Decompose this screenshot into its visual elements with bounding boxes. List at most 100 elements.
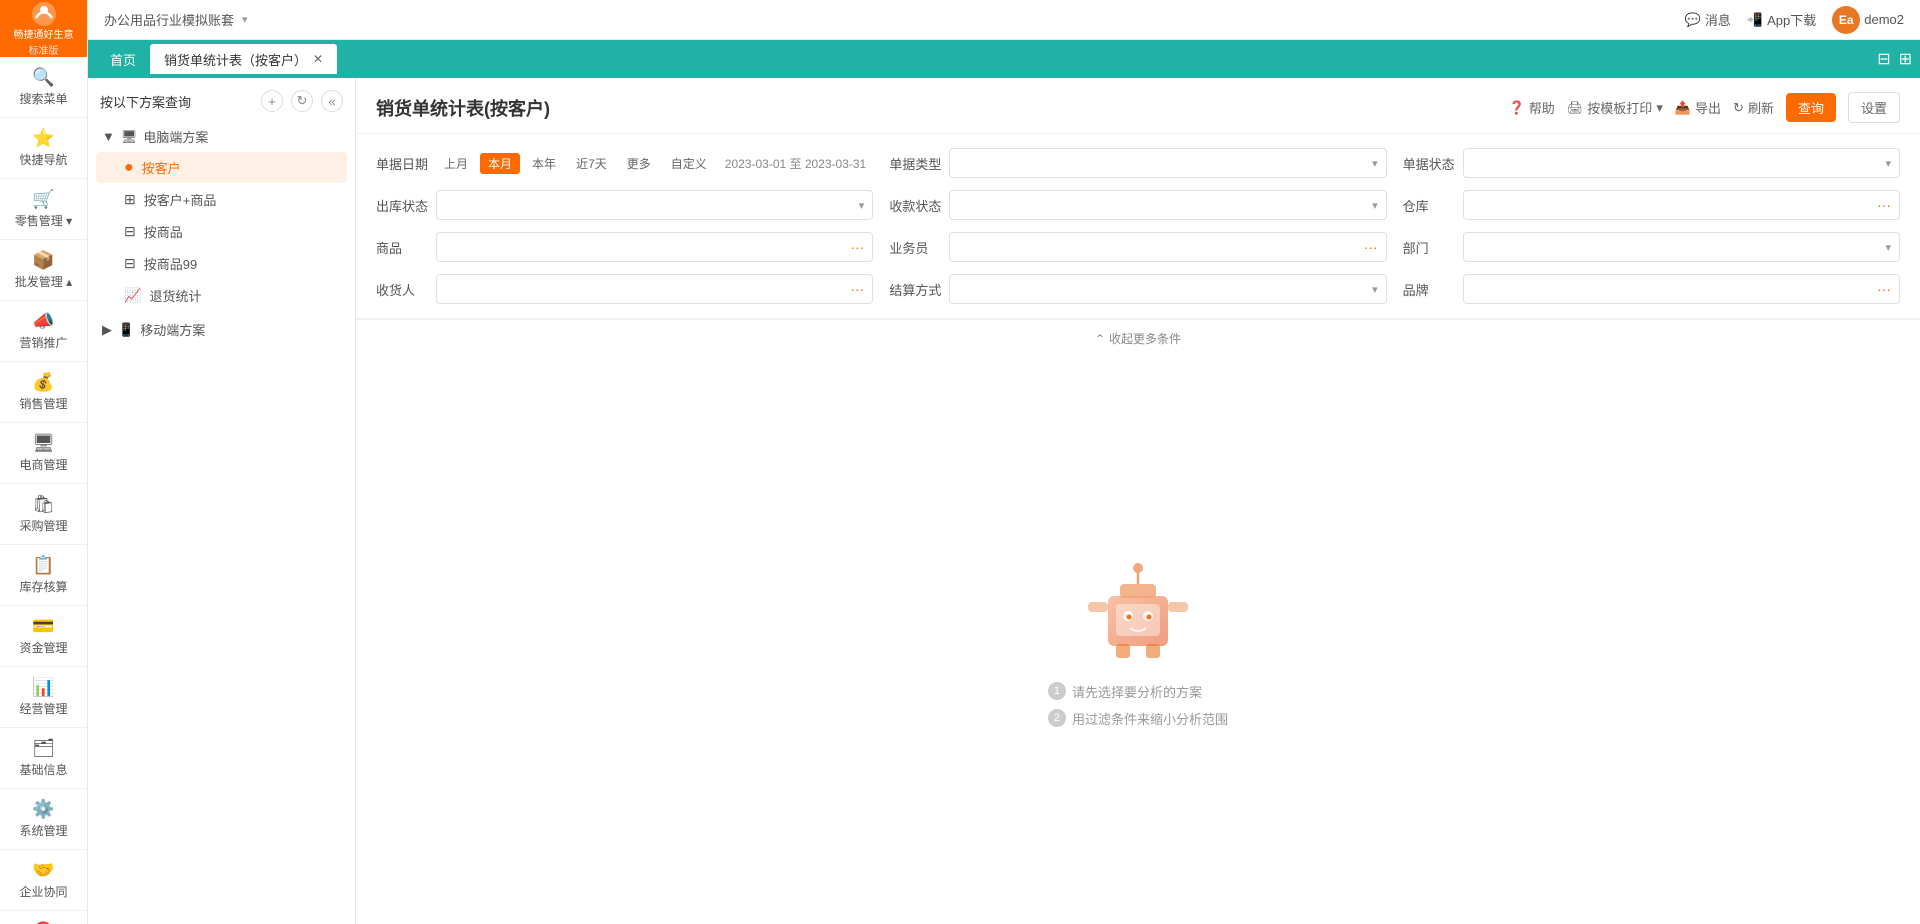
query-button[interactable]: 查询 <box>1786 93 1836 122</box>
filter-area: 单据日期 上月 本月 本年 近7天 更多 自定义 2023-03-01 至 20… <box>356 134 1920 319</box>
hint-text-1: 请先选择要分析的方案 <box>1072 682 1202 701</box>
dropdown-chevron[interactable]: ▾ <box>242 13 248 26</box>
filter-group-salesperson: 业务员 <box>889 232 1386 262</box>
tree-group-mobile-label[interactable]: ▶ 📱 移动端方案 <box>96 315 347 344</box>
order-type-label: 单据类型 <box>889 154 941 173</box>
filter-row-3: 商品 业务员 部门 <box>376 232 1900 262</box>
out-status-control[interactable] <box>436 190 873 220</box>
filter-group-receiver: 收货人 <box>376 274 873 304</box>
tree-item-by-product[interactable]: ⊟ 按商品 <box>96 216 347 247</box>
sidebar-ecommerce[interactable]: 🖥 电商管理 <box>0 423 87 484</box>
add-scheme-btn[interactable]: + <box>261 90 283 112</box>
sidebar-wholesale[interactable]: 📦 批发管理 ▴ <box>0 240 87 301</box>
panel-title: 按以下方案查询 <box>100 92 191 111</box>
order-status-control[interactable] <box>1463 148 1900 178</box>
receiver-label: 收货人 <box>376 280 428 299</box>
retail-icon: 🛒 <box>4 189 83 210</box>
date-tab-more[interactable]: 更多 <box>619 153 659 174</box>
user-item[interactable]: Ea demo2 <box>1832 6 1904 34</box>
app-logo: 畅捷通好生意 标准版 <box>0 0 88 57</box>
tree-item-by-product-99[interactable]: ⊟ 按商品99 <box>96 248 347 279</box>
sidebar-sales[interactable]: 💰 销售管理 <box>0 362 87 423</box>
tree-section: ▼ 🖥 电脑端方案 ● 按客户 ⊞ 按客户+商品 ⊟ 按商品 <box>88 122 355 344</box>
print-icon: 🖨 <box>1567 100 1584 116</box>
header-left: 办公用品行业模拟账套 ▾ <box>104 10 248 29</box>
date-tab-last-month[interactable]: 上月 <box>436 153 476 174</box>
page-title: 销货单统计表(按客户) <box>376 95 550 121</box>
warehouse-control[interactable] <box>1463 190 1900 220</box>
sidebar-quick-nav[interactable]: ⭐ 快捷导航 <box>0 118 87 179</box>
receipt-status-control[interactable] <box>949 190 1386 220</box>
filter-group-department: 部门 <box>1403 232 1900 262</box>
product-control[interactable] <box>436 232 873 262</box>
filter-group-out-status: 出库状态 <box>376 190 873 220</box>
finance-icon: 💳 <box>4 616 83 637</box>
sidebar-basic[interactable]: 🗂 基础信息 <box>0 728 87 789</box>
collapse-button[interactable]: ⌃ 收起更多条件 <box>1083 326 1193 351</box>
date-tab-this-year[interactable]: 本年 <box>524 153 564 174</box>
tab-minimize-icon[interactable]: ⊟ <box>1877 49 1890 69</box>
refresh-action[interactable]: ↻ 刷新 <box>1733 98 1774 117</box>
sidebar-inventory[interactable]: 📋 库存核算 <box>0 545 87 606</box>
message-item[interactable]: 💬 消息 <box>1685 10 1731 29</box>
sidebar-operations-label: 经营管理 <box>19 702 67 716</box>
tab-sales-stat[interactable]: 销货单统计表（按客户） ✕ <box>150 44 337 74</box>
tab-maximize-icon[interactable]: ⊞ <box>1899 49 1912 69</box>
avatar: Ea <box>1832 6 1860 34</box>
app-version: 标准版 <box>29 42 59 57</box>
customer-icon: ● <box>124 159 134 177</box>
sidebar-enterprise[interactable]: 🤝 企业协同 <box>0 850 87 911</box>
export-action[interactable]: 📤 导出 <box>1675 98 1721 117</box>
group-computer-icon: 🖥 <box>121 129 138 145</box>
collapse-panel-btn[interactable]: « <box>321 90 343 112</box>
sidebar-newbie[interactable]: 🎯 新手引导 <box>0 911 87 924</box>
tab-close-icon[interactable]: ✕ <box>313 52 323 66</box>
sidebar-system[interactable]: ⚙️ 系统管理 <box>0 789 87 850</box>
settings-button[interactable]: 设置 <box>1848 92 1900 123</box>
help-action[interactable]: ❓ 帮助 <box>1509 98 1555 117</box>
page-title-bar: 销货单统计表(按客户) ❓ 帮助 🖨 按模板打印 ▾ 📤 导出 <box>356 78 1920 134</box>
export-icon: 📤 <box>1675 100 1691 116</box>
sidebar-sales-label: 销售管理 <box>19 397 67 411</box>
department-control[interactable] <box>1463 232 1900 262</box>
receiver-control[interactable] <box>436 274 873 304</box>
sidebar-finance[interactable]: 💳 资金管理 <box>0 606 87 667</box>
tree-item-by-customer-product[interactable]: ⊞ 按客户+商品 <box>96 184 347 215</box>
tab-home[interactable]: 首页 <box>96 44 150 74</box>
app-download-item[interactable]: 📲 App下载 <box>1747 10 1816 29</box>
sidebar-purchase[interactable]: 🛍 采购管理 <box>0 484 87 545</box>
group-arrow-icon: ▼ <box>102 129 115 144</box>
sidebar-basic-label: 基础信息 <box>19 763 67 777</box>
right-panel: 销货单统计表(按客户) ❓ 帮助 🖨 按模板打印 ▾ 📤 导出 <box>356 78 1920 924</box>
sidebar-marketing[interactable]: 📣 营销推广 <box>0 301 87 362</box>
salesperson-control[interactable] <box>949 232 1386 262</box>
sidebar-operations[interactable]: 📊 经营管理 <box>0 667 87 728</box>
print-action[interactable]: 🖨 按模板打印 ▾ <box>1567 98 1663 117</box>
tree-item-by-customer[interactable]: ● 按客户 <box>96 152 347 183</box>
tree-item-refund[interactable]: 📈 退货统计 <box>96 280 347 311</box>
tree-group-desktop-label[interactable]: ▼ 🖥 电脑端方案 <box>96 122 347 151</box>
sidebar-inventory-label: 库存核算 <box>19 580 67 594</box>
sidebar-search[interactable]: 🔍 搜索菜单 <box>0 57 87 118</box>
brand-control[interactable] <box>1463 274 1900 304</box>
sidebar-marketing-label: 营销推广 <box>19 336 67 350</box>
breadcrumb: 办公用品行业模拟账套 <box>104 10 234 29</box>
collapse-label: 收起更多条件 <box>1109 330 1181 347</box>
basic-icon: 🗂 <box>4 738 83 759</box>
message-label: 消息 <box>1705 10 1731 29</box>
product99-icon: ⊟ <box>124 255 136 272</box>
tree-group-mobile: ▶ 📱 移动端方案 <box>96 315 347 344</box>
app-download-icon: 📲 <box>1747 12 1763 28</box>
filter-group-receipt-status: 收款状态 <box>889 190 1386 220</box>
empty-hint-2: 2 用过滤条件来缩小分析范围 <box>1048 709 1228 728</box>
refresh-scheme-btn[interactable]: ↻ <box>291 90 313 112</box>
date-tab-custom[interactable]: 自定义 <box>663 153 715 174</box>
date-tab-this-month[interactable]: 本月 <box>480 153 520 174</box>
filter-group-settlement: 结算方式 <box>889 274 1386 304</box>
date-control: 上月 本月 本年 近7天 更多 自定义 2023-03-01 至 2023-03… <box>436 153 873 174</box>
settlement-control[interactable] <box>949 274 1386 304</box>
date-tab-7days[interactable]: 近7天 <box>568 153 615 174</box>
sidebar-retail[interactable]: 🛒 零售管理 ▾ <box>0 179 87 240</box>
tab-sales-stat-label: 销货单统计表（按客户） <box>164 50 307 69</box>
order-type-control[interactable] <box>949 148 1386 178</box>
